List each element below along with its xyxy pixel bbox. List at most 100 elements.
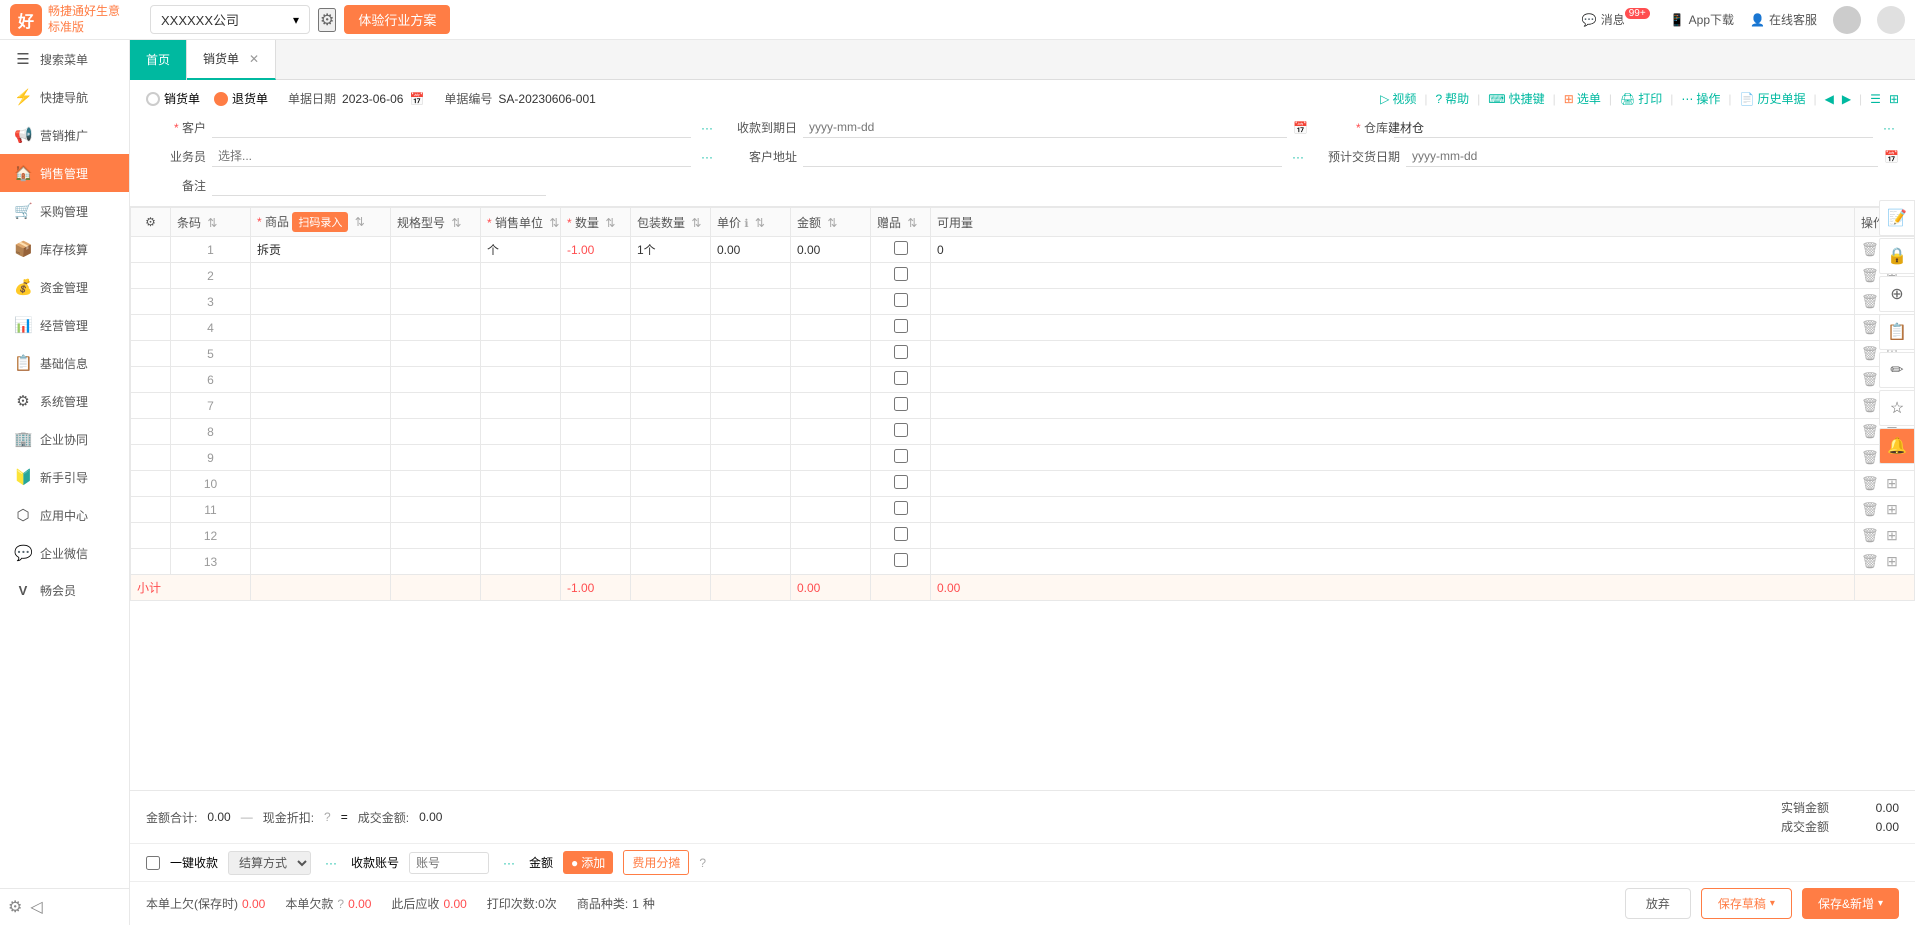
row-product-6[interactable]	[251, 393, 391, 419]
row-amount-1[interactable]	[791, 263, 871, 289]
sidebar-item-sales[interactable]: 🏠 销售管理	[0, 154, 129, 192]
row-delete-icon-8[interactable]: 🗑	[1861, 449, 1879, 465]
row-unit-2[interactable]	[481, 289, 561, 315]
sort-qty-icon[interactable]: ⇅	[605, 216, 615, 230]
row-amount-8[interactable]	[791, 445, 871, 471]
sidebar-item-app-center[interactable]: ⬡ 应用中心	[0, 496, 129, 534]
print-link[interactable]: 🖨 打印	[1620, 90, 1662, 107]
row-spec-11[interactable]	[391, 523, 481, 549]
sort-price-icon[interactable]: ⇅	[755, 216, 765, 230]
row-delete-icon-1[interactable]: 🗑	[1861, 267, 1879, 283]
app-download-button[interactable]: 📱 App下载	[1670, 11, 1734, 28]
row-unit-5[interactable]	[481, 367, 561, 393]
row-qty-8[interactable]	[561, 445, 631, 471]
customer-addr-input[interactable]	[803, 146, 1282, 167]
row-product-7[interactable]	[251, 419, 391, 445]
row-unit-1[interactable]	[481, 263, 561, 289]
row-spec-10[interactable]	[391, 497, 481, 523]
row-price-8[interactable]	[711, 445, 791, 471]
row-spec-2[interactable]	[391, 289, 481, 315]
row-qty-9[interactable]	[561, 471, 631, 497]
prev-record-button[interactable]: ◀	[1825, 92, 1834, 106]
th-settings[interactable]: ⚙	[131, 208, 171, 237]
row-price-5[interactable]	[711, 367, 791, 393]
row-delete-icon-7[interactable]: 🗑	[1861, 423, 1879, 439]
sidebar-item-finance[interactable]: 💰 资金管理	[0, 268, 129, 306]
sidebar-item-purchase[interactable]: 🛒 采购管理	[0, 192, 129, 230]
company-selector[interactable]: XXXXXX公司 ▾	[150, 5, 310, 34]
sales-radio[interactable]: 销货单	[146, 90, 200, 107]
choose-order-link[interactable]: ⊞ 选单	[1564, 90, 1601, 107]
row-copy-icon-9[interactable]: ⊞	[1886, 475, 1898, 491]
sort-product-icon[interactable]: ⇅	[355, 215, 365, 229]
customer-more-btn[interactable]: ···	[697, 121, 717, 135]
row-qty-0[interactable]: -1.00	[561, 237, 631, 263]
sidebar-item-collab[interactable]: 🏢 企业协同	[0, 420, 129, 458]
tab-home[interactable]: 首页	[130, 40, 187, 80]
row-unit-6[interactable]	[481, 393, 561, 419]
row-pkg-qty-12[interactable]	[631, 549, 711, 575]
docno-value[interactable]: SA-20230606-001	[498, 92, 595, 106]
row-qty-3[interactable]	[561, 315, 631, 341]
row-pkg-qty-11[interactable]	[631, 523, 711, 549]
row-product-5[interactable]	[251, 367, 391, 393]
row-qty-1[interactable]	[561, 263, 631, 289]
settle-method-more-btn[interactable]: ···	[321, 856, 341, 870]
fenyong-q-icon[interactable]: ?	[699, 856, 706, 870]
sort-amount-icon[interactable]: ⇅	[827, 216, 837, 230]
row-unit-10[interactable]	[481, 497, 561, 523]
row-amount-9[interactable]	[791, 471, 871, 497]
row-pkg-qty-2[interactable]	[631, 289, 711, 315]
rf-alert-btn[interactable]: 🔔	[1879, 428, 1915, 464]
row-pkg-qty-9[interactable]	[631, 471, 711, 497]
date-calendar-icon[interactable]: 📅	[409, 92, 424, 106]
sort-gift-icon[interactable]: ⇅	[907, 216, 917, 230]
row-gift-11[interactable]	[871, 523, 931, 549]
row-price-10[interactable]	[711, 497, 791, 523]
row-gift-6[interactable]	[871, 393, 931, 419]
row-unit-9[interactable]	[481, 471, 561, 497]
salesperson-more-btn[interactable]: ···	[697, 150, 717, 164]
row-amount-4[interactable]	[791, 341, 871, 367]
row-gift-5[interactable]	[871, 367, 931, 393]
row-pkg-qty-3[interactable]	[631, 315, 711, 341]
fenyong-btn[interactable]: 费用分摊	[623, 850, 689, 875]
row-delete-icon-0[interactable]: 🗑	[1861, 241, 1879, 257]
messages-button[interactable]: 💬 消息 99+	[1582, 11, 1654, 28]
row-gift-2[interactable]	[871, 289, 931, 315]
grid-view-button[interactable]: ⊞	[1889, 92, 1899, 106]
row-pkg-qty-5[interactable]	[631, 367, 711, 393]
one-click-payment-checkbox[interactable]	[146, 856, 160, 870]
row-amount-7[interactable]	[791, 419, 871, 445]
row-pkg-qty-7[interactable]	[631, 419, 711, 445]
sidebar-settings-icon[interactable]: ⚙	[8, 897, 22, 917]
customer-addr-more-btn[interactable]: ···	[1288, 150, 1308, 164]
rf-clipboard-btn[interactable]: 📋	[1879, 314, 1915, 350]
sidebar-item-quick-nav[interactable]: ⚡ 快捷导航	[0, 78, 129, 116]
row-amount-0[interactable]: 0.00	[791, 237, 871, 263]
row-gift-0[interactable]	[871, 237, 931, 263]
row-pkg-qty-4[interactable]	[631, 341, 711, 367]
due-date-input[interactable]	[803, 117, 1287, 138]
row-price-7[interactable]	[711, 419, 791, 445]
row-pkg-qty-10[interactable]	[631, 497, 711, 523]
date-value[interactable]: 2023-06-06	[342, 92, 403, 106]
row-gift-9[interactable]	[871, 471, 931, 497]
row-qty-7[interactable]	[561, 419, 631, 445]
row-spec-6[interactable]	[391, 393, 481, 419]
salesperson-input[interactable]	[212, 146, 691, 167]
row-product-10[interactable]	[251, 497, 391, 523]
discount-q-icon[interactable]: ?	[324, 810, 331, 824]
row-product-4[interactable]	[251, 341, 391, 367]
row-product-8[interactable]	[251, 445, 391, 471]
row-unit-11[interactable]	[481, 523, 561, 549]
row-unit-3[interactable]	[481, 315, 561, 341]
row-gift-3[interactable]	[871, 315, 931, 341]
sidebar-item-marketing[interactable]: 📢 营销推广	[0, 116, 129, 154]
row-price-1[interactable]	[711, 263, 791, 289]
row-unit-4[interactable]	[481, 341, 561, 367]
sort-barcode-icon[interactable]: ⇅	[207, 216, 217, 230]
row-amount-2[interactable]	[791, 289, 871, 315]
row-gift-12[interactable]	[871, 549, 931, 575]
sort-pkg-icon[interactable]: ⇅	[691, 216, 701, 230]
